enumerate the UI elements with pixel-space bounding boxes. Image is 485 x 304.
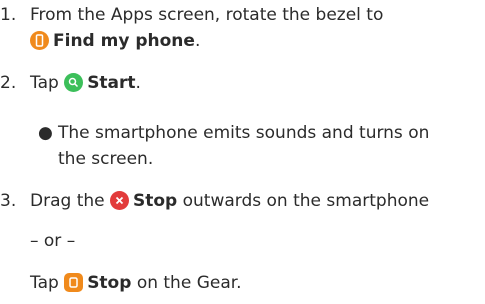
find-my-phone-icon — [30, 31, 49, 50]
stop-square-icon — [64, 273, 84, 292]
bullet-icon: ● — [38, 123, 53, 143]
step-number: 1. — [0, 5, 17, 25]
stop-label: Stop — [133, 191, 178, 211]
step-number: 2. — [0, 73, 17, 93]
step-number: 3. — [0, 191, 17, 211]
step-text: From the Apps screen, rotate the bezel t… — [30, 5, 384, 25]
start-label: Start — [87, 73, 136, 93]
find-my-phone-label: Find my phone — [53, 31, 195, 51]
search-icon — [64, 73, 84, 92]
stop-label: Stop — [87, 273, 132, 293]
close-icon — [110, 191, 129, 210]
